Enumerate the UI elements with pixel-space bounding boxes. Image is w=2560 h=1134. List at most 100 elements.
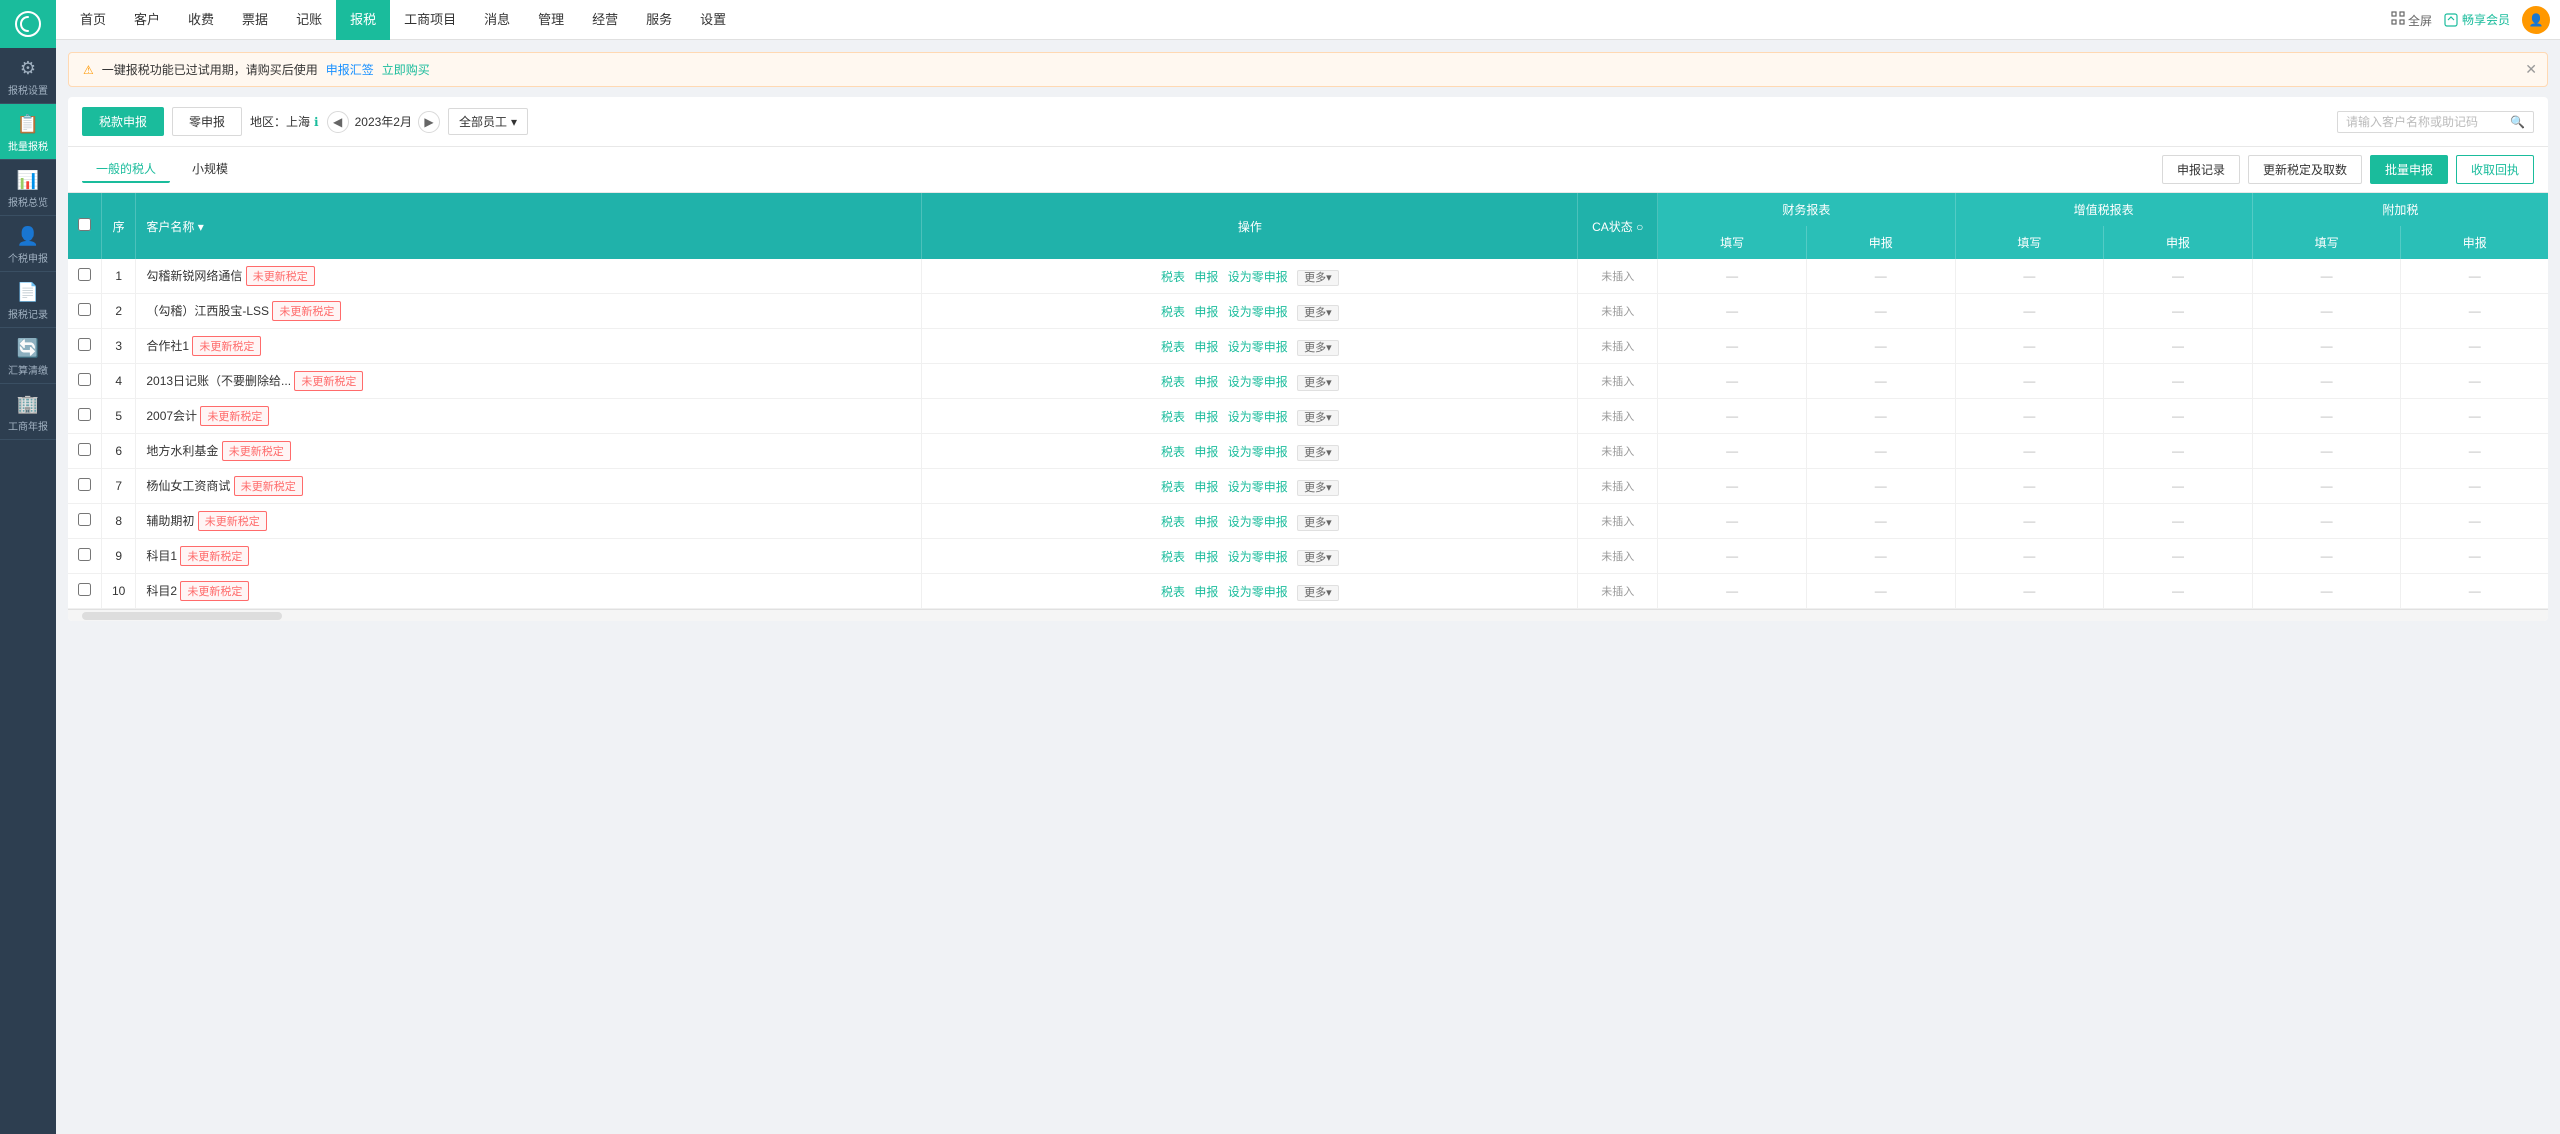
action-zero-declare[interactable]: 设为零申报 xyxy=(1228,445,1288,459)
horizontal-scrollbar[interactable] xyxy=(68,609,2548,621)
action-declare[interactable]: 申报 xyxy=(1194,270,1218,284)
action-tax-form[interactable]: 税表 xyxy=(1161,340,1185,354)
sidebar-item-tax-overview[interactable]: 📊 报税总览 xyxy=(0,160,56,216)
tab-zero-declare[interactable]: 零申报 xyxy=(172,107,242,136)
action-more[interactable]: 更多▾ xyxy=(1297,270,1339,286)
search-input[interactable] xyxy=(2346,115,2506,129)
tab-small-scale[interactable]: 小规模 xyxy=(178,156,242,183)
action-more[interactable]: 更多▾ xyxy=(1297,515,1339,531)
action-zero-declare[interactable]: 设为零申报 xyxy=(1228,515,1288,529)
row-checkbox-2[interactable] xyxy=(78,338,91,351)
sidebar-item-calc-clear[interactable]: 🔄 汇算清缴 xyxy=(0,328,56,384)
action-declare[interactable]: 申报 xyxy=(1194,340,1218,354)
tab-tax-declare[interactable]: 税款申报 xyxy=(82,107,164,136)
action-tax-form[interactable]: 税表 xyxy=(1161,480,1185,494)
period-next-button[interactable]: ▶ xyxy=(418,111,440,133)
cell-financial-fill: — xyxy=(1658,259,1807,294)
nav-service[interactable]: 服务 xyxy=(632,0,686,40)
declare-records-button[interactable]: 申报记录 xyxy=(2162,155,2240,184)
action-tax-form[interactable]: 税表 xyxy=(1161,445,1185,459)
action-zero-declare[interactable]: 设为零申报 xyxy=(1228,585,1288,599)
nav-bookkeeping[interactable]: 记账 xyxy=(282,0,336,40)
nav-message[interactable]: 消息 xyxy=(470,0,524,40)
action-declare[interactable]: 申报 xyxy=(1194,445,1218,459)
nav-operations[interactable]: 经营 xyxy=(578,0,632,40)
banner-link-buy[interactable]: 立即购买 xyxy=(382,61,430,78)
cell-actions: 税表 申报 设为零申报 更多▾ xyxy=(922,364,1578,399)
action-zero-declare[interactable]: 设为零申报 xyxy=(1228,305,1288,319)
action-declare[interactable]: 申报 xyxy=(1194,480,1218,494)
action-declare[interactable]: 申报 xyxy=(1194,515,1218,529)
status-badge: 未更新税定 xyxy=(234,476,303,496)
action-more[interactable]: 更多▾ xyxy=(1297,305,1339,321)
nav-customer[interactable]: 客户 xyxy=(120,0,174,40)
banner-link-declare[interactable]: 申报汇签 xyxy=(326,61,374,78)
search-icon[interactable]: 🔍 xyxy=(2510,115,2525,129)
upgrade-btn[interactable]: 畅享会员 xyxy=(2444,11,2510,28)
action-declare[interactable]: 申报 xyxy=(1194,375,1218,389)
cell-ca: 未插入 xyxy=(1578,504,1658,539)
action-tax-form[interactable]: 税表 xyxy=(1161,305,1185,319)
action-more[interactable]: 更多▾ xyxy=(1297,550,1339,566)
tab-general-taxpayer[interactable]: 一般的税人 xyxy=(82,156,170,183)
action-declare[interactable]: 申报 xyxy=(1194,585,1218,599)
action-tax-form[interactable]: 税表 xyxy=(1161,515,1185,529)
row-checkbox-3[interactable] xyxy=(78,373,91,386)
sidebar-item-label: 汇算清缴 xyxy=(8,362,48,377)
action-zero-declare[interactable]: 设为零申报 xyxy=(1228,410,1288,424)
sidebar-item-batch-tax[interactable]: 📋 批量报税 xyxy=(0,104,56,160)
user-avatar[interactable]: 👤 xyxy=(2522,6,2550,34)
dept-selector[interactable]: 全部员工 ▾ xyxy=(448,108,528,135)
nav-home[interactable]: 首页 xyxy=(66,0,120,40)
sidebar-item-personal-tax[interactable]: 👤 个税申报 xyxy=(0,216,56,272)
action-zero-declare[interactable]: 设为零申报 xyxy=(1228,375,1288,389)
nav-collection[interactable]: 收费 xyxy=(174,0,228,40)
action-declare[interactable]: 申报 xyxy=(1194,305,1218,319)
row-checkbox-5[interactable] xyxy=(78,443,91,456)
action-more[interactable]: 更多▾ xyxy=(1297,410,1339,426)
action-declare[interactable]: 申报 xyxy=(1194,410,1218,424)
cell-vat-declare: — xyxy=(2104,539,2253,574)
nav-management[interactable]: 管理 xyxy=(524,0,578,40)
row-checkbox-9[interactable] xyxy=(78,583,91,596)
action-declare[interactable]: 申报 xyxy=(1194,550,1218,564)
action-zero-declare[interactable]: 设为零申报 xyxy=(1228,270,1288,284)
batch-declare-button[interactable]: 批量申报 xyxy=(2370,155,2448,184)
sidebar-item-tax-settings[interactable]: ⚙ 报税设置 xyxy=(0,48,56,104)
cell-no: 2 xyxy=(102,294,136,329)
action-tax-form[interactable]: 税表 xyxy=(1161,375,1185,389)
action-tax-form[interactable]: 税表 xyxy=(1161,410,1185,424)
nav-tax[interactable]: 报税 xyxy=(336,0,390,40)
action-zero-declare[interactable]: 设为零申报 xyxy=(1228,480,1288,494)
select-all-checkbox[interactable] xyxy=(78,218,91,231)
update-quotas-button[interactable]: 更新税定及取数 xyxy=(2248,155,2362,184)
cell-vat-declare: — xyxy=(2104,399,2253,434)
banner-close-button[interactable]: ✕ xyxy=(2525,61,2537,78)
period-prev-button[interactable]: ◀ xyxy=(327,111,349,133)
nav-settings[interactable]: 设置 xyxy=(686,0,740,40)
action-more[interactable]: 更多▾ xyxy=(1297,585,1339,601)
nav-invoice[interactable]: 票据 xyxy=(228,0,282,40)
nav-biz-project[interactable]: 工商项目 xyxy=(390,0,470,40)
row-checkbox-7[interactable] xyxy=(78,513,91,526)
action-more[interactable]: 更多▾ xyxy=(1297,340,1339,356)
region-info-icon[interactable]: ℹ xyxy=(314,115,319,129)
row-checkbox-0[interactable] xyxy=(78,268,91,281)
action-more[interactable]: 更多▾ xyxy=(1297,445,1339,461)
action-tax-form[interactable]: 税表 xyxy=(1161,585,1185,599)
row-checkbox-4[interactable] xyxy=(78,408,91,421)
retrieve-button[interactable]: 收取回执 xyxy=(2456,155,2534,184)
sidebar-item-tax-records[interactable]: 📄 报税记录 xyxy=(0,272,56,328)
row-checkbox-8[interactable] xyxy=(78,548,91,561)
action-zero-declare[interactable]: 设为零申报 xyxy=(1228,550,1288,564)
row-checkbox-6[interactable] xyxy=(78,478,91,491)
cell-name: 勾稽新锐网络通信 未更新税定 xyxy=(136,259,922,294)
action-zero-declare[interactable]: 设为零申报 xyxy=(1228,340,1288,354)
action-tax-form[interactable]: 税表 xyxy=(1161,550,1185,564)
action-more[interactable]: 更多▾ xyxy=(1297,480,1339,496)
row-checkbox-1[interactable] xyxy=(78,303,91,316)
action-tax-form[interactable]: 税表 xyxy=(1161,270,1185,284)
sidebar-item-biz-report[interactable]: 🏢 工商年报 xyxy=(0,384,56,440)
fullscreen-btn[interactable]: 全屏 xyxy=(2391,11,2432,29)
action-more[interactable]: 更多▾ xyxy=(1297,375,1339,391)
